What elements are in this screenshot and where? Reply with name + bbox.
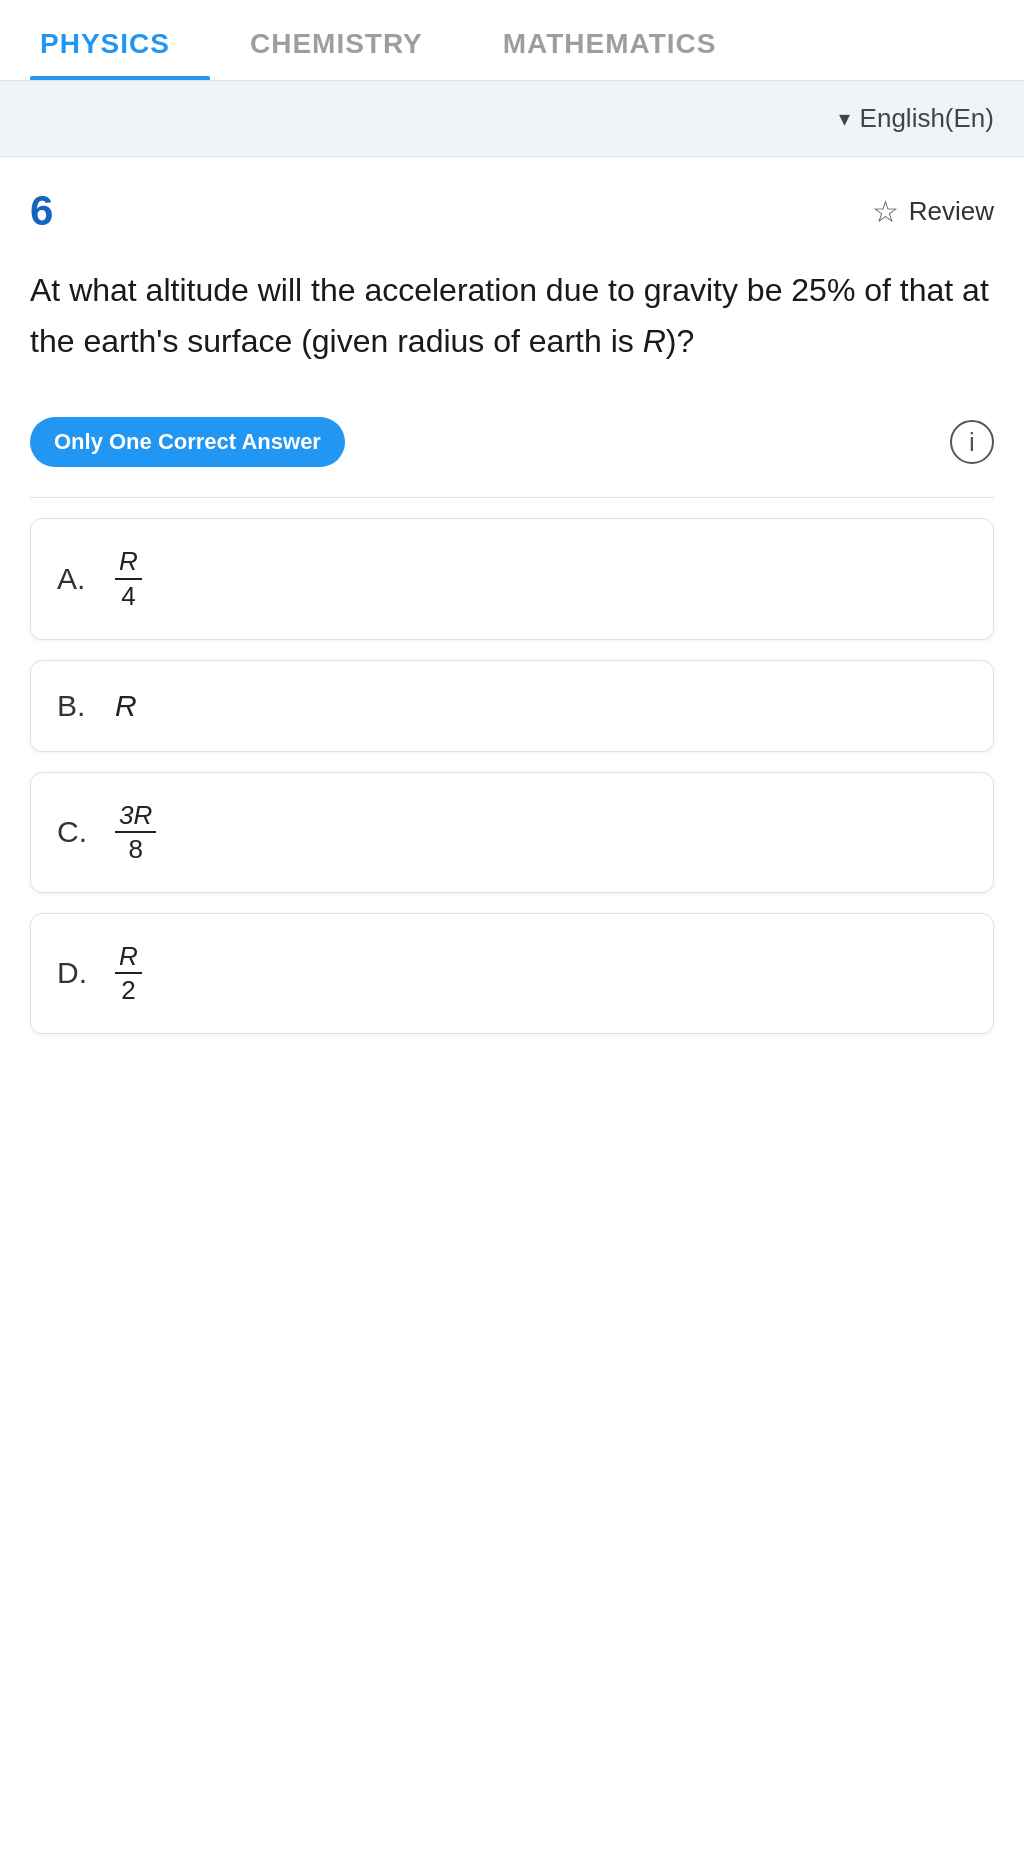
info-symbol: i [969,427,975,458]
option-a[interactable]: A. R 4 [30,518,994,639]
language-bar: ▾ English(En) [0,81,1024,157]
fraction-r-over-4: R 4 [115,547,142,610]
chevron-down-icon: ▾ [839,106,850,132]
option-b-letter: B. [57,689,87,723]
option-a-content: R 4 [115,547,142,610]
answer-type-badge: Only One Correct Answer [30,417,345,467]
tab-chemistry[interactable]: CHEMISTRY [240,0,463,80]
fraction-3r-over-8: 3R 8 [115,801,156,864]
option-c[interactable]: C. 3R 8 [30,772,994,893]
option-a-letter: A. [57,562,87,596]
fraction-denominator: 8 [124,833,146,864]
question-number: 6 [30,187,53,235]
fraction-numerator: 3R [115,801,156,834]
review-button[interactable]: ☆ Review [872,194,994,229]
question-text: At what altitude will the acceleration d… [30,265,994,367]
fraction-denominator: 4 [117,580,139,611]
answer-type-row: Only One Correct Answer i [30,417,994,467]
tab-physics[interactable]: PHYSICS [30,0,210,80]
language-selector[interactable]: ▾ English(En) [839,103,994,134]
option-c-letter: C. [57,815,87,849]
language-label: English(En) [860,103,994,134]
option-b[interactable]: B. R [30,660,994,752]
options-container: A. R 4 B. R C. 3R 8 D. [30,518,994,1054]
fraction-numerator: R [115,942,142,975]
fraction-r-over-2: R 2 [115,942,142,1005]
question-container: 6 ☆ Review At what altitude will the acc… [0,157,1024,1074]
option-d-letter: D. [57,956,87,990]
option-c-content: 3R 8 [115,801,156,864]
option-b-content: R [115,689,137,723]
star-icon: ☆ [872,194,899,229]
info-icon[interactable]: i [950,420,994,464]
fraction-numerator: R [115,547,142,580]
tab-mathematics[interactable]: MATHEMATICS [493,0,757,80]
tab-navigation: PHYSICS CHEMISTRY MATHEMATICS [0,0,1024,81]
separator [30,497,994,498]
question-header: 6 ☆ Review [30,187,994,235]
review-label: Review [909,196,994,227]
fraction-denominator: 2 [117,974,139,1005]
option-d[interactable]: D. R 2 [30,913,994,1034]
option-d-content: R 2 [115,942,142,1005]
